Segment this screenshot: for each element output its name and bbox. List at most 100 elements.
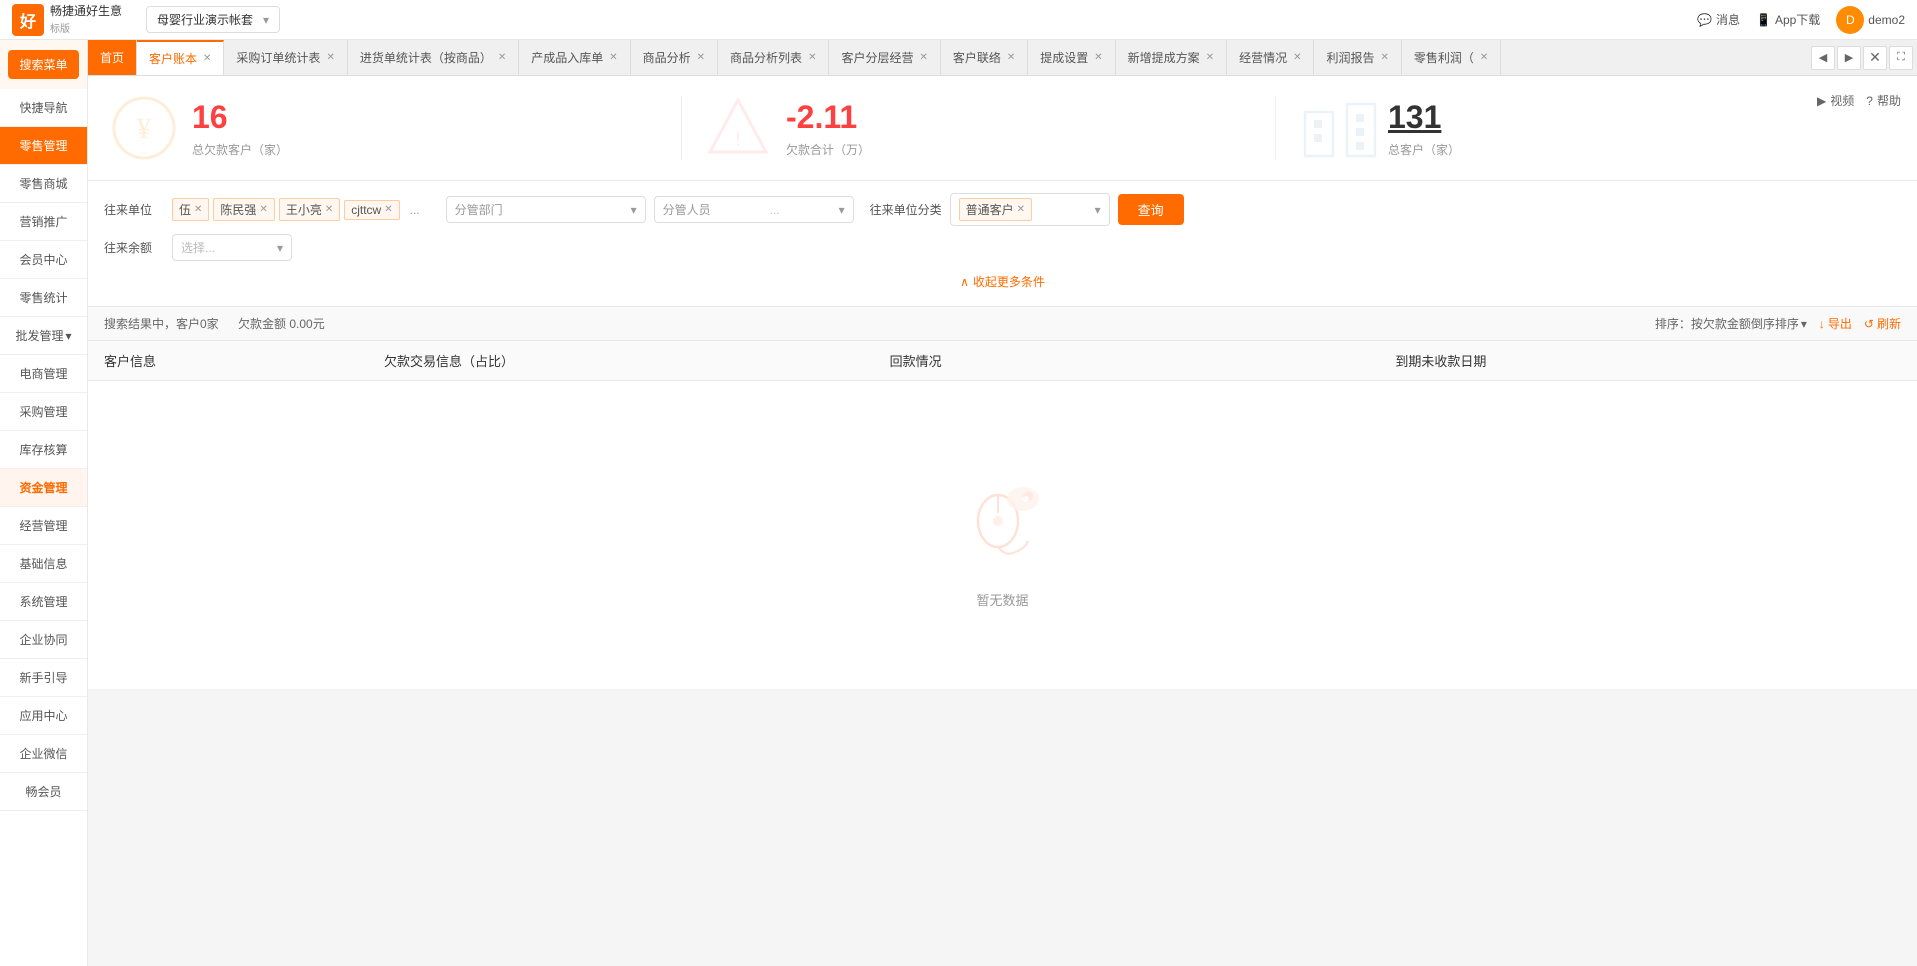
tab-close-production[interactable]: ✕ [609, 52, 617, 63]
home-tab-label: 首页 [100, 49, 124, 66]
sidebar-item-member[interactable]: 会员中心 [0, 241, 87, 279]
sidebar-item-finance[interactable]: 资金管理 [0, 469, 87, 507]
collapse-btn[interactable]: ∧ 收起更多条件 [960, 269, 1045, 294]
tab-promo-settings[interactable]: 提成设置 ✕ [1028, 40, 1115, 76]
search-menu-btn[interactable]: 搜索菜单 [8, 50, 79, 79]
tab-fullscreen[interactable]: ⛶ [1889, 46, 1913, 70]
unit-tag-4[interactable]: cjttcw ✕ [344, 200, 399, 220]
sidebar-item-app-center[interactable]: 应用中心 [0, 697, 87, 735]
video-help-btn[interactable]: ▶ 视频 [1817, 92, 1854, 109]
tab-product-analysis-list[interactable]: 商品分析列表 ✕ [718, 40, 829, 76]
tab-instock-stats[interactable]: 进货单统计表（按商品） ✕ [348, 40, 519, 76]
tab-close-new-promo[interactable]: ✕ [1206, 52, 1214, 63]
sidebar-item-inventory[interactable]: 库存核算 [0, 431, 87, 469]
tab-close-product-list[interactable]: ✕ [808, 52, 816, 63]
category-tag-close[interactable]: ✕ [1017, 204, 1025, 215]
sidebar-item-wechat[interactable]: 企业微信 [0, 735, 87, 773]
tab-close-customer-ops[interactable]: ✕ [919, 52, 927, 63]
tab-close-biz[interactable]: ✕ [1293, 52, 1301, 63]
tab-close-all[interactable]: ✕ [1863, 46, 1887, 70]
tab-close-purchase[interactable]: ✕ [326, 52, 334, 63]
instock-stats-tab-label: 进货单统计表（按商品） [360, 49, 492, 66]
tab-customer-contact[interactable]: 客户联络 ✕ [941, 40, 1028, 76]
balance-filter-label: 往来余额 [104, 239, 164, 256]
help-btn[interactable]: ? 帮助 [1866, 92, 1901, 109]
sidebar-item-new-guide[interactable]: 新手引导 [0, 659, 87, 697]
unit-tag-4-close[interactable]: ✕ [384, 204, 392, 215]
sidebar-search-area[interactable]: 搜索菜单 [0, 40, 87, 89]
dept-select[interactable]: 分管部门 ▾ [446, 196, 646, 223]
product-analysis-list-tab-label: 商品分析列表 [730, 49, 802, 66]
person-dropdown-icon: ▾ [839, 203, 845, 217]
tab-customers[interactable]: 客户账本 ✕ [137, 40, 224, 76]
category-tag[interactable]: 普通客户 ✕ [959, 198, 1032, 221]
tab-purchase-orders[interactable]: 采购订单统计表 ✕ [224, 40, 347, 76]
unit-tag-2[interactable]: 陈民强 ✕ [213, 198, 274, 221]
promo-settings-tab-label: 提成设置 [1040, 49, 1088, 66]
tab-close-instock[interactable]: ✕ [498, 52, 506, 63]
balance-select[interactable]: 选择... ▾ [172, 234, 292, 261]
customers-tab-label: 客户账本 [149, 50, 197, 67]
tab-scroll-left[interactable]: ◀ [1811, 46, 1835, 70]
export-btn[interactable]: ↓ 导出 [1819, 315, 1852, 332]
stat-icon-building [1300, 96, 1372, 160]
tab-close-profit[interactable]: ✕ [1381, 52, 1389, 63]
help-label: 帮助 [1877, 92, 1901, 109]
sidebar-item-retail[interactable]: 零售管理 [0, 127, 87, 165]
sidebar-item-batch[interactable]: 批发管理 ▾ [0, 317, 87, 355]
unit-tag-1-close[interactable]: ✕ [194, 204, 202, 215]
tab-home[interactable]: 首页 [88, 40, 137, 76]
sidebar-item-marketing[interactable]: 营销推广 [0, 203, 87, 241]
tab-close-promo-settings[interactable]: ✕ [1094, 52, 1102, 63]
tab-customer-ops[interactable]: 客户分层经营 ✕ [829, 40, 940, 76]
unit-tags-more[interactable]: ... [404, 201, 426, 219]
sidebar-item-system[interactable]: 系统管理 [0, 583, 87, 621]
stat-card-debt-customers: ¥ 16 总欠款客户（家） [112, 96, 682, 160]
stats-section: ¥ 16 总欠款客户（家） ! [88, 76, 1917, 181]
collapse-row: ∧ 收起更多条件 [104, 269, 1901, 294]
tab-profit-report[interactable]: 利润报告 ✕ [1314, 40, 1401, 76]
tab-retail-profit[interactable]: 零售利润（ ✕ [1402, 40, 1501, 76]
person-dots[interactable]: ... [770, 203, 780, 217]
sidebar-item-purchase[interactable]: 采购管理 [0, 393, 87, 431]
person-select[interactable]: 分管人员 ... ▾ [654, 196, 854, 223]
production-tab-label: 产成品入库单 [531, 49, 603, 66]
sidebar-item-retail-stats[interactable]: 零售统计 [0, 279, 87, 317]
tab-close-retail-profit[interactable]: ✕ [1480, 52, 1488, 63]
customer-contact-tab-label: 客户联络 [953, 49, 1001, 66]
tab-scroll-right[interactable]: ▶ [1837, 46, 1861, 70]
search-btn[interactable]: 查询 [1118, 194, 1184, 225]
sidebar-item-ops[interactable]: 经营管理 [0, 507, 87, 545]
org-selector[interactable]: 母婴行业演示帐套 ▾ [146, 6, 280, 33]
main-layout: 搜索菜单 快捷导航 零售管理 零售商城 营销推广 会员中心 零售统计 批发管理 … [0, 40, 1917, 966]
sidebar-item-ecommerce[interactable]: 电商管理 [0, 355, 87, 393]
svg-text:¥: ¥ [137, 114, 151, 145]
tab-production[interactable]: 产成品入库单 ✕ [519, 40, 630, 76]
sidebar-item-enterprise[interactable]: 企业协同 [0, 621, 87, 659]
unit-tag-3-close[interactable]: ✕ [325, 204, 333, 215]
tab-close-product-analysis[interactable]: ✕ [697, 52, 705, 63]
sidebar-item-retail-mall[interactable]: 零售商城 [0, 165, 87, 203]
sidebar-item-quick-nav[interactable]: 快捷导航 [0, 89, 87, 127]
sort-btn[interactable]: 排序：按欠款金额倒序排序 ▾ [1655, 315, 1807, 332]
tab-close-customers[interactable]: ✕ [203, 53, 211, 64]
tab-close-contact[interactable]: ✕ [1007, 52, 1015, 63]
tab-new-promo[interactable]: 新增提成方案 ✕ [1116, 40, 1227, 76]
sidebar-item-basic-info[interactable]: 基础信息 [0, 545, 87, 583]
tab-product-analysis[interactable]: 商品分析 ✕ [631, 40, 718, 76]
refresh-btn[interactable]: ↺ 刷新 [1864, 315, 1901, 332]
top-bar-right: 💬 消息 📱 App下载 D demo2 [1697, 6, 1905, 34]
message-btn[interactable]: 💬 消息 [1697, 11, 1740, 28]
unit-tag-1-label: 伍 [179, 201, 191, 218]
tab-biz-situation[interactable]: 经营情况 ✕ [1227, 40, 1314, 76]
app-download-btn[interactable]: 📱 App下载 [1756, 11, 1820, 28]
unit-tag-1[interactable]: 伍 ✕ [172, 198, 209, 221]
sidebar-item-vip[interactable]: 畅会员 [0, 773, 87, 811]
unit-tag-3[interactable]: 王小亮 ✕ [279, 198, 340, 221]
category-select[interactable]: 普通客户 ✕ ▾ [950, 193, 1110, 226]
person-placeholder: 分管人员 [663, 201, 711, 218]
unit-tag-2-close[interactable]: ✕ [259, 204, 267, 215]
user-menu[interactable]: D demo2 [1836, 6, 1905, 34]
stat-card-total-customers: 131 总客户（家） [1300, 96, 1869, 160]
table-header: 客户信息 欠款交易信息（占比） 回款情况 到期未收款日期 [88, 341, 1917, 381]
